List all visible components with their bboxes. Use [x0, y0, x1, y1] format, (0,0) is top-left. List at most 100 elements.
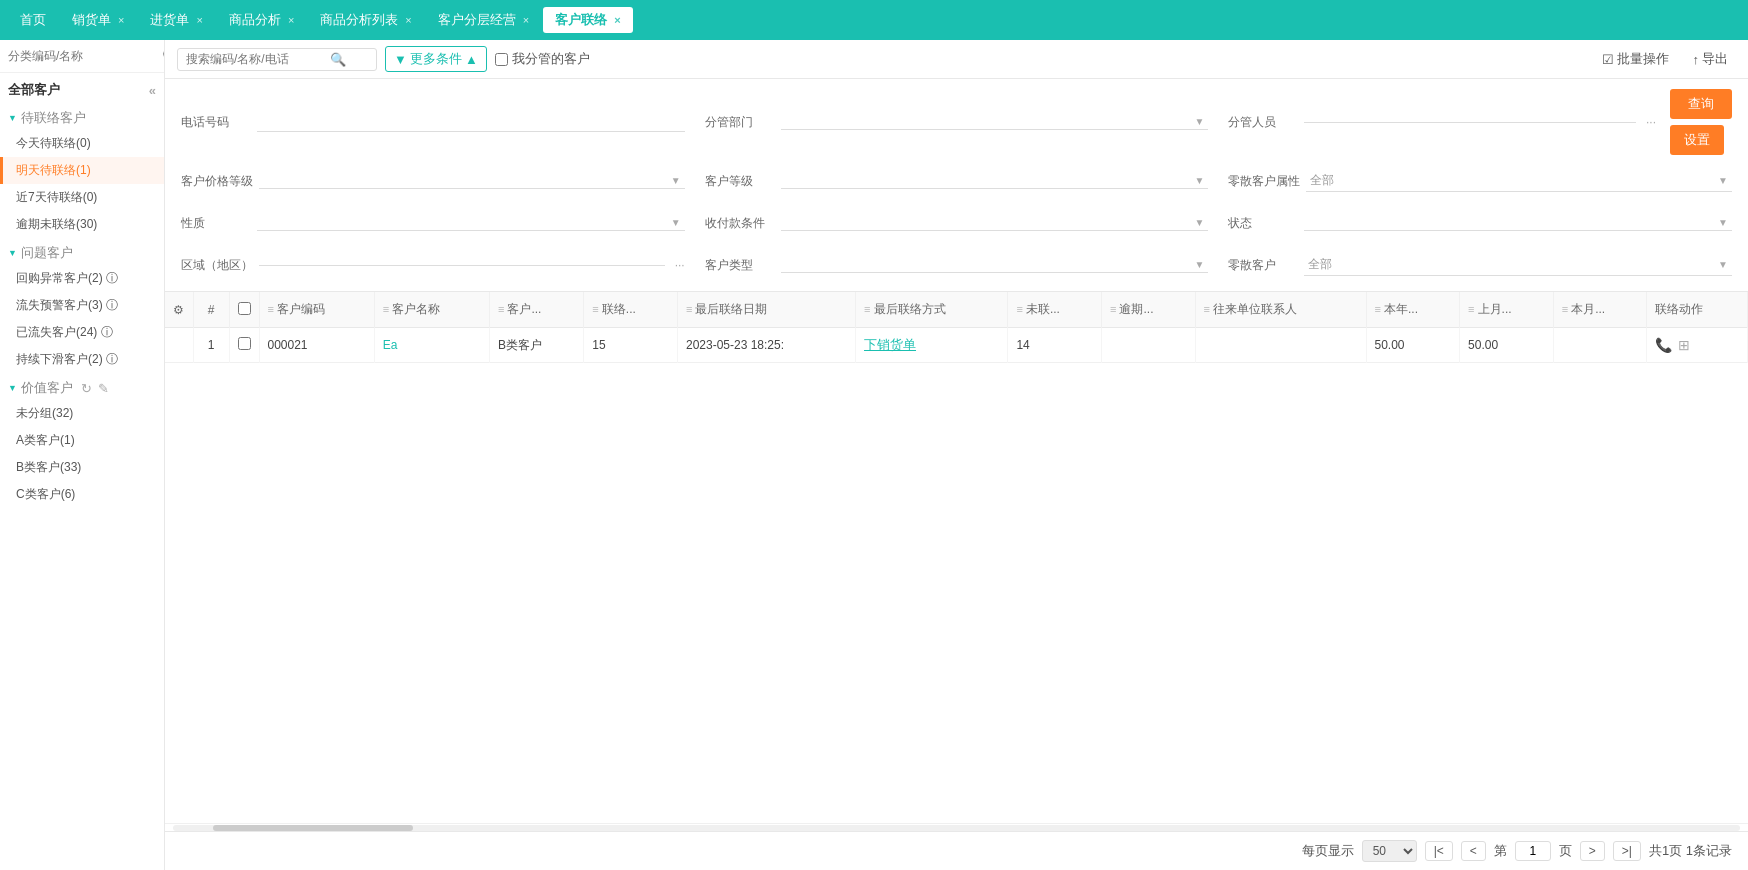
batch-operation-button[interactable]: ☑ 批量操作 — [1594, 47, 1677, 71]
th-this-year[interactable]: 本年... — [1366, 292, 1460, 328]
filter-row-retail-attr: 零散客户属性 全部 ▼ — [1228, 165, 1732, 197]
th-check[interactable] — [229, 292, 259, 328]
sidebar-item-today-contact[interactable]: 今天待联络(0) — [0, 130, 164, 157]
filter-row-retail: 零散客户 全部 ▼ — [1228, 249, 1732, 281]
first-page-button[interactable]: |< — [1425, 841, 1453, 861]
nav-sales-order[interactable]: 销货单 × — [60, 7, 136, 33]
nav-customer-contact[interactable]: 客户联络 × — [543, 7, 632, 33]
close-product-analysis-list-icon[interactable]: × — [405, 14, 411, 26]
export-button[interactable]: ↑ 导出 — [1685, 47, 1737, 71]
row-check[interactable] — [229, 328, 259, 363]
sidebar-item-ungrouped[interactable]: 未分组(32) — [0, 400, 164, 427]
nav-product-analysis-list[interactable]: 商品分析列表 × — [308, 7, 423, 33]
row-num: 1 — [193, 328, 229, 363]
sidebar-item-churned[interactable]: 已流失客户(24) ⓘ — [0, 319, 164, 346]
close-customer-tier-icon[interactable]: × — [523, 14, 529, 26]
filter-label-status: 状态 — [1228, 215, 1298, 232]
filter-select-retail-attr[interactable]: 全部 ▼ — [1306, 170, 1732, 192]
filter-dots-region[interactable]: ··· — [675, 258, 685, 272]
settings-button[interactable]: 设置 — [1670, 125, 1724, 155]
sidebar-item-7day-contact[interactable]: 近7天待联络(0) — [0, 184, 164, 211]
filter-select-customer-type[interactable]: ▼ — [781, 257, 1209, 273]
th-overdue[interactable]: 逾期... — [1101, 292, 1195, 328]
page-size-select[interactable]: 50 100 200 — [1362, 840, 1417, 862]
horizontal-scrollbar[interactable] — [165, 823, 1748, 831]
filter-select-dept[interactable]: ▼ — [781, 114, 1209, 130]
table-container: ⚙ # 客户编码 客户名称 客户... 联络... 最后联络日期 最后联络方式 … — [165, 292, 1748, 823]
filter-select-payment[interactable]: ▼ — [781, 215, 1209, 231]
sidebar-item-abnormal-repurchase[interactable]: 回购异常客户(2) ⓘ — [0, 265, 164, 292]
query-button[interactable]: 查询 — [1670, 89, 1732, 119]
filter-bar: 🔍 ▼ 更多条件 ▲ 我分管的客户 ☑ 批量操作 ↑ 导出 — [165, 40, 1748, 79]
sidebar-search-input[interactable] — [8, 49, 158, 63]
th-unit-contact[interactable]: 往来单位联系人 — [1195, 292, 1366, 328]
row-code: 000021 — [259, 328, 374, 363]
section-pending-contact: 待联络客户 — [0, 103, 164, 130]
th-type[interactable]: 客户... — [489, 292, 583, 328]
row-name[interactable]: Ea — [374, 328, 489, 363]
collapse-icon[interactable]: « — [149, 83, 156, 98]
chevron-down-icon-2: ▼ — [671, 175, 681, 186]
nav-home[interactable]: 首页 — [8, 7, 58, 33]
next-page-button[interactable]: > — [1580, 841, 1605, 861]
nav-customer-tier[interactable]: 客户分层经营 × — [426, 7, 541, 33]
select-all-checkbox[interactable] — [238, 302, 251, 315]
my-customers-input[interactable] — [495, 53, 508, 66]
my-customers-checkbox[interactable]: 我分管的客户 — [495, 50, 590, 68]
sidebar-item-declining[interactable]: 持续下滑客户(2) ⓘ — [0, 346, 164, 373]
sidebar-item-b-class[interactable]: B类客户(33) — [0, 454, 164, 481]
filter-select-price-level[interactable]: ▼ — [259, 173, 685, 189]
phone-action-icon[interactable]: 📞 — [1655, 337, 1672, 353]
all-customers-header[interactable]: 全部客户 « — [0, 73, 164, 103]
search-button-icon[interactable]: 🔍 — [330, 52, 346, 67]
row-last-month: 50.00 — [1460, 328, 1554, 363]
filter-icon: ▼ — [394, 52, 407, 67]
page-input[interactable] — [1515, 841, 1551, 861]
more-conditions-button[interactable]: ▼ 更多条件 ▲ — [385, 46, 487, 72]
th-last-contact-date[interactable]: 最后联络日期 — [677, 292, 855, 328]
prev-page-button[interactable]: < — [1461, 841, 1486, 861]
last-page-button[interactable]: >| — [1613, 841, 1641, 861]
sidebar-search-area: 🔍 — [0, 40, 164, 73]
th-last-contact-method[interactable]: 最后联络方式 — [856, 292, 1008, 328]
section-value-customers: 价值客户 ↻ ✎ — [0, 373, 164, 400]
close-product-analysis-icon[interactable]: × — [288, 14, 294, 26]
close-sales-order-icon[interactable]: × — [118, 14, 124, 26]
filter-select-nature[interactable]: ▼ — [257, 215, 685, 231]
sidebar-item-tomorrow-contact[interactable]: 明天待联络(1) — [0, 157, 164, 184]
th-this-month[interactable]: 本月... — [1553, 292, 1647, 328]
th-contacts[interactable]: 联络... — [584, 292, 678, 328]
row-checkbox[interactable] — [238, 337, 251, 350]
filter-input-phone[interactable] — [257, 113, 685, 132]
filter-select-customer-level[interactable]: ▼ — [781, 173, 1209, 189]
th-no-contact[interactable]: 未联... — [1008, 292, 1102, 328]
filter-select-retail[interactable]: 全部 ▼ — [1304, 254, 1732, 276]
th-last-month[interactable]: 上月... — [1460, 292, 1554, 328]
filter-row-dept: 分管部门 ▼ — [705, 89, 1209, 155]
row-last-contact-method[interactable]: 下销货单 — [856, 328, 1008, 363]
th-action: 联络动作 — [1647, 292, 1748, 328]
qr-action-icon[interactable]: ⊞ — [1678, 337, 1690, 353]
sidebar-item-overdue-contact[interactable]: 逾期未联络(30) — [0, 211, 164, 238]
filter-label-phone: 电话号码 — [181, 114, 251, 131]
value-customers-edit-icon[interactable]: ✎ — [98, 381, 109, 396]
th-name[interactable]: 客户名称 — [374, 292, 489, 328]
sidebar-item-a-class[interactable]: A类客户(1) — [0, 427, 164, 454]
row-gear — [165, 328, 193, 363]
search-input[interactable] — [186, 52, 326, 66]
sidebar-item-churn-warning[interactable]: 流失预警客户(3) ⓘ — [0, 292, 164, 319]
nav-purchase-order[interactable]: 进货单 × — [138, 7, 214, 33]
filter-dots-manager[interactable]: ··· — [1646, 115, 1656, 129]
main-layout: 🔍 全部客户 « 待联络客户 今天待联络(0) 明天待联络(1) 近7天待联络(… — [0, 40, 1748, 870]
scrollbar-thumb[interactable] — [213, 825, 413, 831]
row-unit-contact — [1195, 328, 1366, 363]
nav-product-analysis[interactable]: 商品分析 × — [217, 7, 306, 33]
checkbox-icon: ☑ — [1602, 52, 1614, 67]
th-code[interactable]: 客户编码 — [259, 292, 374, 328]
th-gear[interactable]: ⚙ — [165, 292, 193, 328]
value-customers-refresh-icon[interactable]: ↻ — [81, 381, 92, 396]
close-purchase-order-icon[interactable]: × — [196, 14, 202, 26]
sidebar-item-c-class[interactable]: C类客户(6) — [0, 481, 164, 508]
close-customer-contact-icon[interactable]: × — [614, 14, 620, 26]
filter-select-status[interactable]: ▼ — [1304, 215, 1732, 231]
